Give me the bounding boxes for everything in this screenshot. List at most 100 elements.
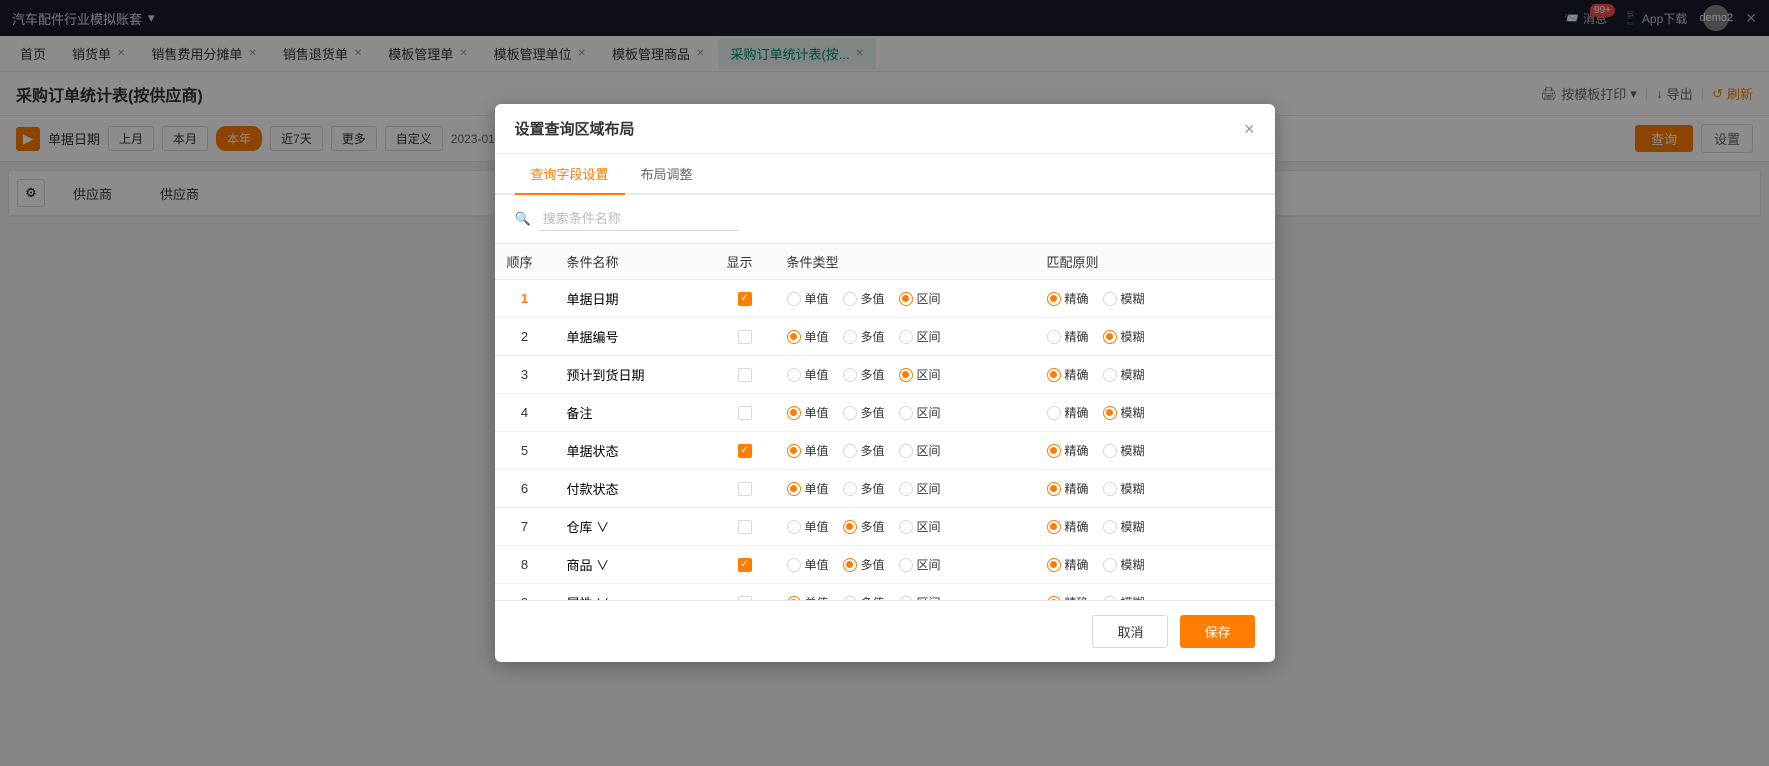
- row-name-1: 单据编号: [555, 327, 715, 346]
- row-type-6: 单值多值区间: [775, 518, 1035, 535]
- radio-multi-4[interactable]: 多值: [843, 442, 885, 459]
- row-match-3: 精确模糊: [1035, 404, 1275, 421]
- table-row: 8商品 ∨单值多值区间精确模糊: [495, 546, 1275, 584]
- checkbox-3[interactable]: [738, 406, 752, 420]
- row-show-1[interactable]: [715, 330, 775, 344]
- radio-match-exact-3[interactable]: 精确: [1047, 404, 1089, 421]
- dialog-close-btn[interactable]: ×: [1244, 120, 1255, 138]
- radio-match-fuzzy-2[interactable]: 模糊: [1103, 366, 1145, 383]
- row-match-4: 精确模糊: [1035, 442, 1275, 459]
- radio-range-2[interactable]: 区间: [899, 366, 941, 383]
- col-header-order: 顺序: [495, 252, 555, 271]
- col-header-name: 条件名称: [555, 252, 715, 271]
- radio-single-3[interactable]: 单值: [787, 404, 829, 421]
- row-match-0: 精确模糊: [1035, 290, 1275, 307]
- row-name-0: 单据日期: [555, 289, 715, 308]
- radio-match-exact-6[interactable]: 精确: [1047, 518, 1089, 535]
- row-type-7: 单值多值区间: [775, 556, 1035, 573]
- radio-match-fuzzy-4[interactable]: 模糊: [1103, 442, 1145, 459]
- row-num-3: 4: [495, 405, 555, 420]
- row-num-6: 7: [495, 519, 555, 534]
- radio-match-exact-1[interactable]: 精确: [1047, 328, 1089, 345]
- row-match-5: 精确模糊: [1035, 480, 1275, 497]
- row-match-2: 精确模糊: [1035, 366, 1275, 383]
- row-name-8: 属性 ∨: [555, 593, 715, 600]
- row-show-2[interactable]: [715, 368, 775, 382]
- table-row: 3预计到货日期单值多值区间精确模糊: [495, 356, 1275, 394]
- radio-single-1[interactable]: 单值: [787, 328, 829, 345]
- table-row: 5单据状态单值多值区间精确模糊: [495, 432, 1275, 470]
- checkbox-0[interactable]: [738, 292, 752, 306]
- radio-match-fuzzy-7[interactable]: 模糊: [1103, 556, 1145, 573]
- row-type-0: 单值多值区间: [775, 290, 1035, 307]
- radio-range-1[interactable]: 区间: [899, 328, 941, 345]
- col-header-show: 显示: [715, 252, 775, 271]
- row-show-4[interactable]: [715, 444, 775, 458]
- radio-match-exact-5[interactable]: 精确: [1047, 480, 1089, 497]
- radio-range-7[interactable]: 区间: [899, 556, 941, 573]
- dialog-tab-fields[interactable]: 查询字段设置: [515, 154, 625, 195]
- radio-range-4[interactable]: 区间: [899, 442, 941, 459]
- radio-range-0[interactable]: 区间: [899, 290, 941, 307]
- col-header-type: 条件类型: [775, 252, 1035, 271]
- row-show-3[interactable]: [715, 406, 775, 420]
- radio-single-5[interactable]: 单值: [787, 480, 829, 497]
- radio-multi-0[interactable]: 多值: [843, 290, 885, 307]
- radio-match-exact-0[interactable]: 精确: [1047, 290, 1089, 307]
- row-num-1: 2: [495, 329, 555, 344]
- radio-single-6[interactable]: 单值: [787, 518, 829, 535]
- radio-multi-2[interactable]: 多值: [843, 366, 885, 383]
- save-btn[interactable]: 保存: [1180, 615, 1254, 648]
- row-name-4: 单据状态: [555, 441, 715, 460]
- search-input[interactable]: [539, 207, 739, 231]
- radio-match-fuzzy-3[interactable]: 模糊: [1103, 404, 1145, 421]
- col-header-match: 匹配原则: [1035, 252, 1295, 271]
- radio-multi-5[interactable]: 多值: [843, 480, 885, 497]
- modal-overlay: 设置查询区域布局 × 查询字段设置 布局调整 🔍 顺序 条件名称 显示 条件类型…: [0, 0, 1769, 766]
- row-show-7[interactable]: [715, 558, 775, 572]
- radio-single-7[interactable]: 单值: [787, 556, 829, 573]
- radio-range-3[interactable]: 区间: [899, 404, 941, 421]
- radio-match-fuzzy-0[interactable]: 模糊: [1103, 290, 1145, 307]
- row-num-0: 1: [495, 291, 555, 306]
- checkbox-7[interactable]: [738, 558, 752, 572]
- checkbox-2[interactable]: [738, 368, 752, 382]
- table-row: 1单据日期单值多值区间精确模糊: [495, 280, 1275, 318]
- table-row: 4备注单值多值区间精确模糊: [495, 394, 1275, 432]
- radio-range-6[interactable]: 区间: [899, 518, 941, 535]
- dialog-header: 设置查询区域布局 ×: [495, 104, 1275, 154]
- radio-match-exact-2[interactable]: 精确: [1047, 366, 1089, 383]
- row-num-2: 3: [495, 367, 555, 382]
- row-show-5[interactable]: [715, 482, 775, 496]
- radio-range-5[interactable]: 区间: [899, 480, 941, 497]
- row-type-2: 单值多值区间: [775, 366, 1035, 383]
- radio-multi-6[interactable]: 多值: [843, 518, 885, 535]
- row-show-0[interactable]: [715, 292, 775, 306]
- radio-multi-7[interactable]: 多值: [843, 556, 885, 573]
- table-row: 9属性 ∨单值多值区间精确模糊: [495, 584, 1275, 600]
- checkbox-1[interactable]: [738, 330, 752, 344]
- row-match-7: 精确模糊: [1035, 556, 1275, 573]
- radio-match-fuzzy-1[interactable]: 模糊: [1103, 328, 1145, 345]
- radio-single-2[interactable]: 单值: [787, 366, 829, 383]
- checkbox-4[interactable]: [738, 444, 752, 458]
- checkbox-6[interactable]: [738, 520, 752, 534]
- radio-single-4[interactable]: 单值: [787, 442, 829, 459]
- radio-single-0[interactable]: 单值: [787, 290, 829, 307]
- row-type-3: 单值多值区间: [775, 404, 1035, 421]
- cancel-btn[interactable]: 取消: [1092, 615, 1168, 648]
- radio-match-fuzzy-5[interactable]: 模糊: [1103, 480, 1145, 497]
- row-show-6[interactable]: [715, 520, 775, 534]
- radio-match-exact-4[interactable]: 精确: [1047, 442, 1089, 459]
- row-match-1: 精确模糊: [1035, 328, 1275, 345]
- radio-match-fuzzy-6[interactable]: 模糊: [1103, 518, 1145, 535]
- table-row: 7仓库 ∨单值多值区间精确模糊: [495, 508, 1275, 546]
- dialog-table-header: 顺序 条件名称 显示 条件类型 匹配原则: [495, 244, 1275, 280]
- row-name-3: 备注: [555, 403, 715, 422]
- radio-match-exact-7[interactable]: 精确: [1047, 556, 1089, 573]
- checkbox-5[interactable]: [738, 482, 752, 496]
- radio-multi-1[interactable]: 多值: [843, 328, 885, 345]
- settings-dialog: 设置查询区域布局 × 查询字段设置 布局调整 🔍 顺序 条件名称 显示 条件类型…: [495, 104, 1275, 662]
- radio-multi-3[interactable]: 多值: [843, 404, 885, 421]
- dialog-tab-layout[interactable]: 布局调整: [625, 154, 709, 195]
